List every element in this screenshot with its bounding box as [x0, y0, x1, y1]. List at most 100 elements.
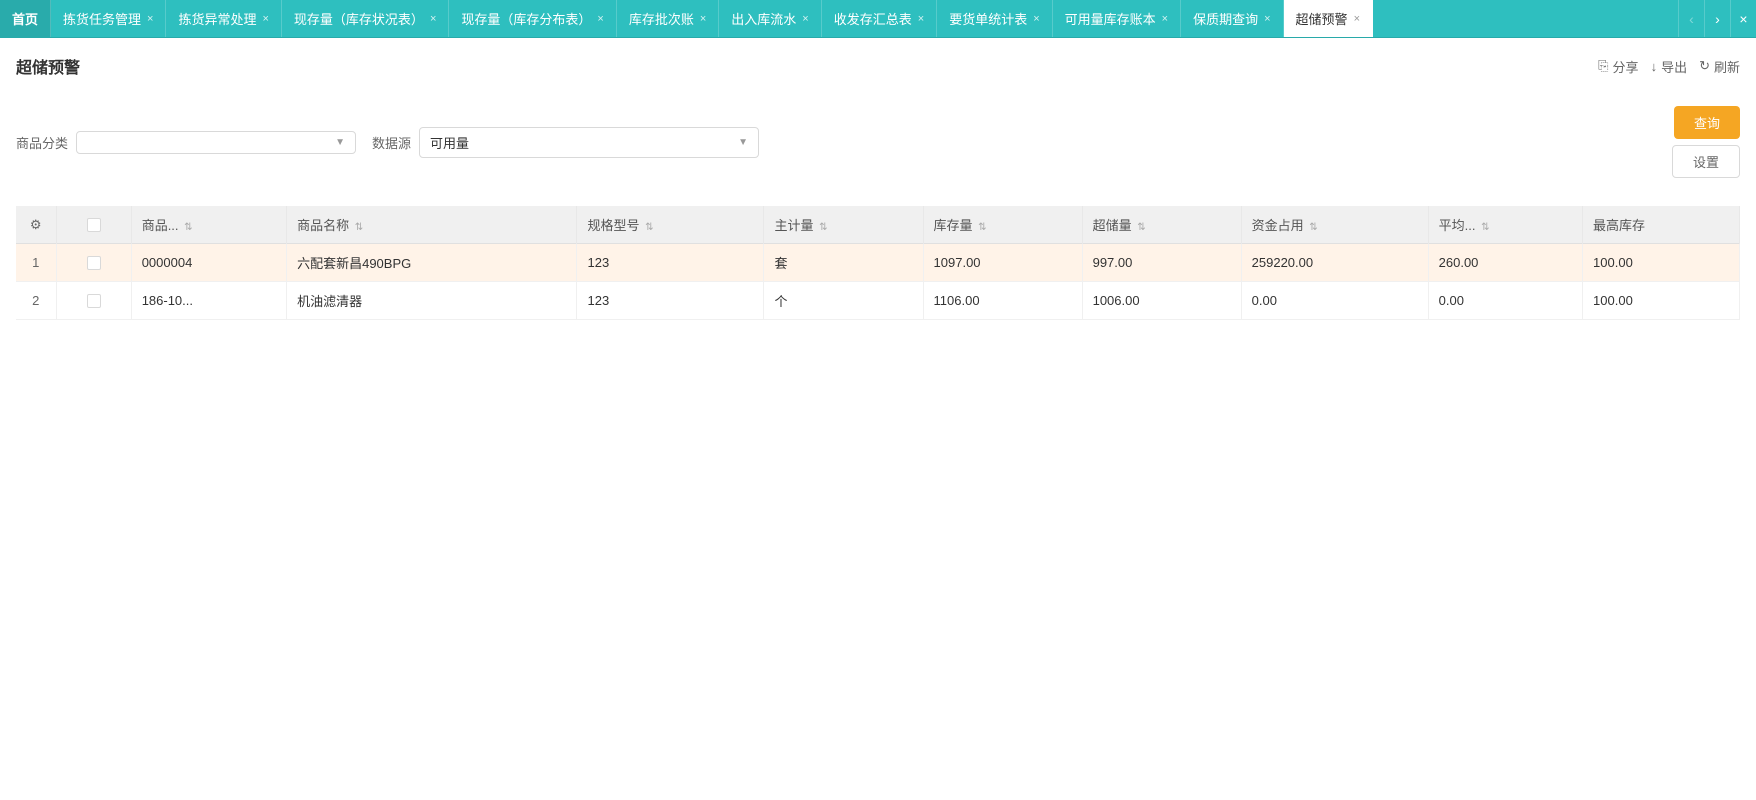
- query-button[interactable]: 查询: [1674, 106, 1740, 139]
- spec-model: 123: [587, 255, 609, 270]
- product-category-select[interactable]: ▼: [76, 131, 356, 154]
- table-container: ⚙ 商品... ⇅ 商品名称 ⇅: [16, 206, 1740, 320]
- stock-qty: 1106.00: [934, 293, 980, 308]
- th-stock-qty-label: 库存量: [934, 218, 973, 233]
- product-code-cell: 0000004: [131, 244, 286, 282]
- th-spec-model[interactable]: 规格型号 ⇅: [577, 206, 764, 244]
- export-icon: ↓: [1651, 59, 1658, 74]
- settings-button[interactable]: 设置: [1672, 145, 1740, 178]
- nav-label: 可用量库存账本: [1065, 9, 1156, 28]
- nav-arrow-right[interactable]: ›: [1704, 0, 1730, 38]
- top-nav: 首页 拣货任务管理 × 拣货异常处理 × 现存量（库存状况表） × 现存量（库存…: [0, 0, 1756, 38]
- product-category-dropdown-icon: ▼: [335, 137, 345, 148]
- nav-item-abnormal[interactable]: 拣货异常处理 ×: [166, 0, 281, 38]
- share-button[interactable]: ⎘ 分享: [1598, 57, 1638, 76]
- nav-close-icon[interactable]: ×: [1033, 13, 1039, 25]
- th-product-code-label: 商品...: [142, 218, 179, 233]
- nav-close-icon[interactable]: ×: [262, 13, 268, 25]
- nav-close-icon[interactable]: ×: [802, 13, 808, 25]
- nav-home-label: 首页: [12, 9, 38, 28]
- overstock-qty-cell: 1006.00: [1082, 282, 1241, 320]
- nav-item-home[interactable]: 首页: [0, 0, 51, 38]
- row-checkbox-cell: [56, 282, 131, 320]
- unit-cell: 个: [764, 282, 923, 320]
- nav-item-expiry-check[interactable]: 保质期查询 ×: [1181, 0, 1283, 38]
- spec-model-cell: 123: [577, 282, 764, 320]
- table-row: 2 186-10... 机油滤清器 123 个 1106.00 1006.00 …: [16, 282, 1740, 320]
- nav-close-icon[interactable]: ×: [700, 13, 706, 25]
- main-content: 超储预警 ⎘ 分享 ↓ 导出 ↻ 刷新 商品分类 ▼: [0, 38, 1756, 800]
- nav-close-icon[interactable]: ×: [918, 13, 924, 25]
- capital-usage-cell: 259220.00: [1241, 244, 1428, 282]
- nav-item-inventory-dist[interactable]: 现存量（库存分布表） ×: [449, 0, 616, 38]
- data-table: ⚙ 商品... ⇅ 商品名称 ⇅: [16, 206, 1740, 320]
- nav-item-available-account[interactable]: 可用量库存账本 ×: [1053, 0, 1181, 38]
- nav-item-batch-account[interactable]: 库存批次账 ×: [617, 0, 719, 38]
- product-name-cell: 六配套新昌490BPG: [287, 244, 577, 282]
- avg-price: 0.00: [1439, 293, 1464, 308]
- th-overstock-qty[interactable]: 超储量 ⇅: [1082, 206, 1241, 244]
- product-category-filter: 商品分类 ▼: [16, 131, 356, 154]
- nav-item-collect-summary[interactable]: 收发存汇总表 ×: [822, 0, 937, 38]
- nav-label: 现存量（库存状况表）: [294, 9, 424, 28]
- th-product-code[interactable]: 商品... ⇅: [131, 206, 286, 244]
- unit: 套: [774, 256, 787, 271]
- max-stock: 100.00: [1593, 293, 1633, 308]
- row-checkbox[interactable]: [87, 256, 101, 270]
- nav-item-inventory-status[interactable]: 现存量（库存状况表） ×: [282, 0, 449, 38]
- nav-label: 出入库流水: [731, 9, 796, 28]
- datasource-value: 可用量: [430, 133, 469, 152]
- th-product-name[interactable]: 商品名称 ⇅: [287, 206, 577, 244]
- nav-label: 收发存汇总表: [834, 9, 912, 28]
- datasource-dropdown-icon: ▼: [738, 137, 748, 148]
- product-name: 六配套新昌490BPG: [297, 256, 411, 271]
- overstock-qty-cell: 997.00: [1082, 244, 1241, 282]
- nav-item-in-out-flow[interactable]: 出入库流水 ×: [719, 0, 821, 38]
- product-code-cell: 186-10...: [131, 282, 286, 320]
- th-unit[interactable]: 主计量 ⇅: [764, 206, 923, 244]
- nav-label: 拣货任务管理: [63, 9, 141, 28]
- product-code: 0000004: [142, 255, 193, 270]
- page-header: 超储预警 ⎘ 分享 ↓ 导出 ↻ 刷新: [16, 54, 1740, 78]
- th-capital-usage[interactable]: 资金占用 ⇅: [1241, 206, 1428, 244]
- datasource-filter: 数据源 可用量 ▼: [372, 127, 759, 158]
- spec-model-cell: 123: [577, 244, 764, 282]
- th-avg-price[interactable]: 平均... ⇅: [1428, 206, 1582, 244]
- nav-close-icon[interactable]: ×: [430, 13, 436, 25]
- nav-close-icon[interactable]: ×: [1354, 13, 1360, 25]
- nav-label: 库存批次账: [629, 9, 694, 28]
- export-button[interactable]: ↓ 导出: [1651, 57, 1688, 76]
- filter-area: 商品分类 ▼ 数据源 可用量 ▼ 查询 设置: [16, 94, 1740, 190]
- max-stock: 100.00: [1593, 255, 1633, 270]
- nav-item-order-stats[interactable]: 要货单统计表 ×: [937, 0, 1052, 38]
- nav-item-task-mgmt[interactable]: 拣货任务管理 ×: [51, 0, 166, 38]
- table-row: 1 0000004 六配套新昌490BPG 123 套 1097.00 997.…: [16, 244, 1740, 282]
- datasource-select[interactable]: 可用量 ▼: [419, 127, 759, 158]
- nav-item-overstock-warning[interactable]: 超储预警 ×: [1284, 0, 1373, 38]
- nav-label: 保质期查询: [1193, 9, 1258, 28]
- unit: 个: [774, 294, 787, 309]
- select-all-checkbox[interactable]: [87, 218, 101, 232]
- refresh-button[interactable]: ↻ 刷新: [1699, 57, 1740, 76]
- nav-close-icon[interactable]: ×: [1162, 13, 1168, 25]
- th-overstock-qty-label: 超储量: [1093, 218, 1132, 233]
- sort-icon: ⇅: [184, 222, 192, 233]
- row-checkbox-cell: [56, 244, 131, 282]
- nav-close-icon[interactable]: ×: [147, 13, 153, 25]
- nav-arrow-close[interactable]: ×: [1730, 0, 1756, 38]
- nav-close-icon[interactable]: ×: [597, 13, 603, 25]
- nav-arrow-left[interactable]: ‹: [1678, 0, 1704, 38]
- row-checkbox[interactable]: [87, 294, 101, 308]
- product-code: 186-10...: [142, 293, 193, 308]
- page-actions: ⎘ 分享 ↓ 导出 ↻ 刷新: [1598, 57, 1740, 76]
- spec-model: 123: [587, 293, 609, 308]
- refresh-label: 刷新: [1714, 57, 1740, 76]
- th-stock-qty[interactable]: 库存量 ⇅: [923, 206, 1082, 244]
- max-stock-cell: 100.00: [1583, 244, 1740, 282]
- column-settings-icon[interactable]: ⚙: [26, 217, 46, 233]
- nav-close-icon[interactable]: ×: [1264, 13, 1270, 25]
- share-icon: ⎘: [1598, 58, 1608, 74]
- page-title: 超储预警: [16, 54, 80, 78]
- th-settings[interactable]: ⚙: [16, 206, 56, 244]
- product-name-cell: 机油滤清器: [287, 282, 577, 320]
